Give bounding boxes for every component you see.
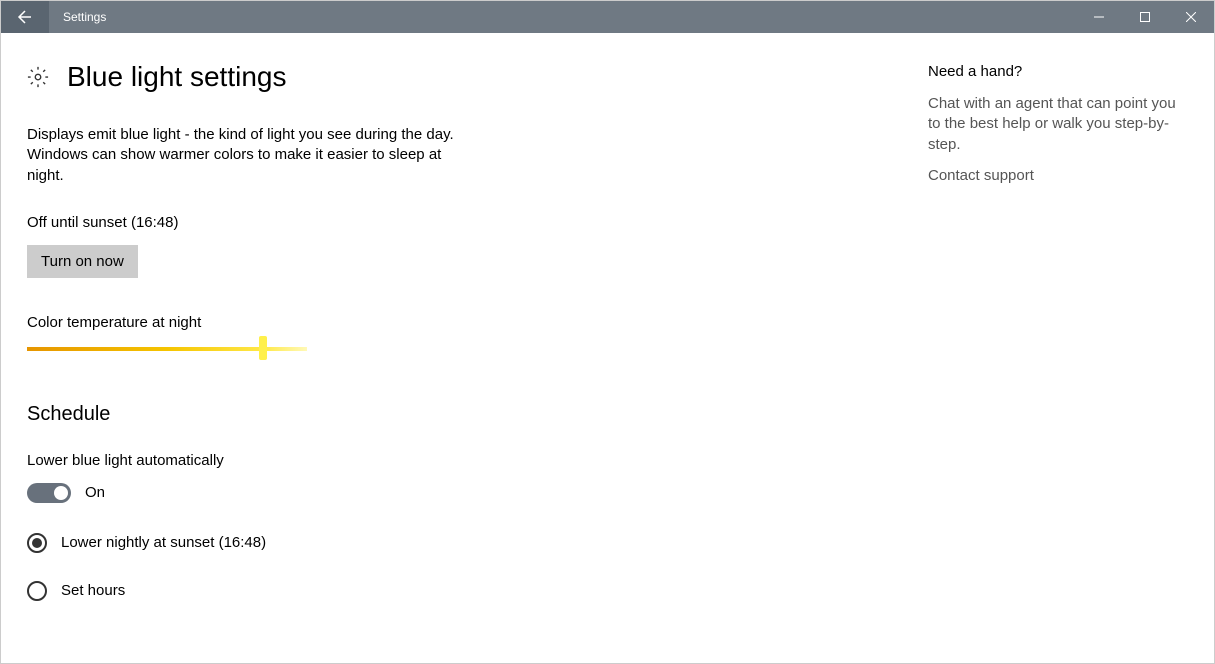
toggle-state-label: On [85,484,105,501]
minimize-icon [1094,12,1104,22]
toggle-knob [54,486,68,500]
schedule-heading: Schedule [27,403,627,426]
sidebar-text: Chat with an agent that can point you to… [928,94,1182,155]
gear-icon [27,66,49,88]
color-temp-slider[interactable] [27,345,307,353]
auto-toggle[interactable] [27,483,71,503]
back-arrow-icon [17,9,33,25]
sidebar-heading: Need a hand? [928,63,1182,80]
radio-icon [27,533,47,553]
content-area: Blue light settings Displays emit blue l… [1,33,1214,663]
contact-support-link[interactable]: Contact support [928,167,1182,184]
sidebar-column: Need a hand? Chat with an agent that can… [928,61,1188,663]
radio-icon [27,581,47,601]
window-title: Settings [49,10,1076,24]
close-icon [1186,12,1196,22]
radio-sunset[interactable]: Lower nightly at sunset (16:48) [27,533,627,553]
auto-toggle-row: On [27,483,627,503]
color-temp-label: Color temperature at night [27,314,627,331]
maximize-button[interactable] [1122,1,1168,33]
radio-sethours-label: Set hours [61,582,125,599]
window-controls [1076,1,1214,33]
auto-lower-label: Lower blue light automatically [27,452,627,469]
radio-sunset-label: Lower nightly at sunset (16:48) [61,534,266,551]
radio-set-hours[interactable]: Set hours [27,581,627,601]
main-column: Blue light settings Displays emit blue l… [27,61,627,663]
close-button[interactable] [1168,1,1214,33]
minimize-button[interactable] [1076,1,1122,33]
maximize-icon [1140,12,1150,22]
description-text: Displays emit blue light - the kind of l… [27,125,467,186]
titlebar: Settings [1,1,1214,33]
turn-on-button[interactable]: Turn on now [27,245,138,278]
status-text: Off until sunset (16:48) [27,214,627,231]
back-button[interactable] [1,1,49,33]
page-header: Blue light settings [27,61,627,93]
page-title: Blue light settings [67,61,286,93]
slider-thumb[interactable] [259,336,267,360]
